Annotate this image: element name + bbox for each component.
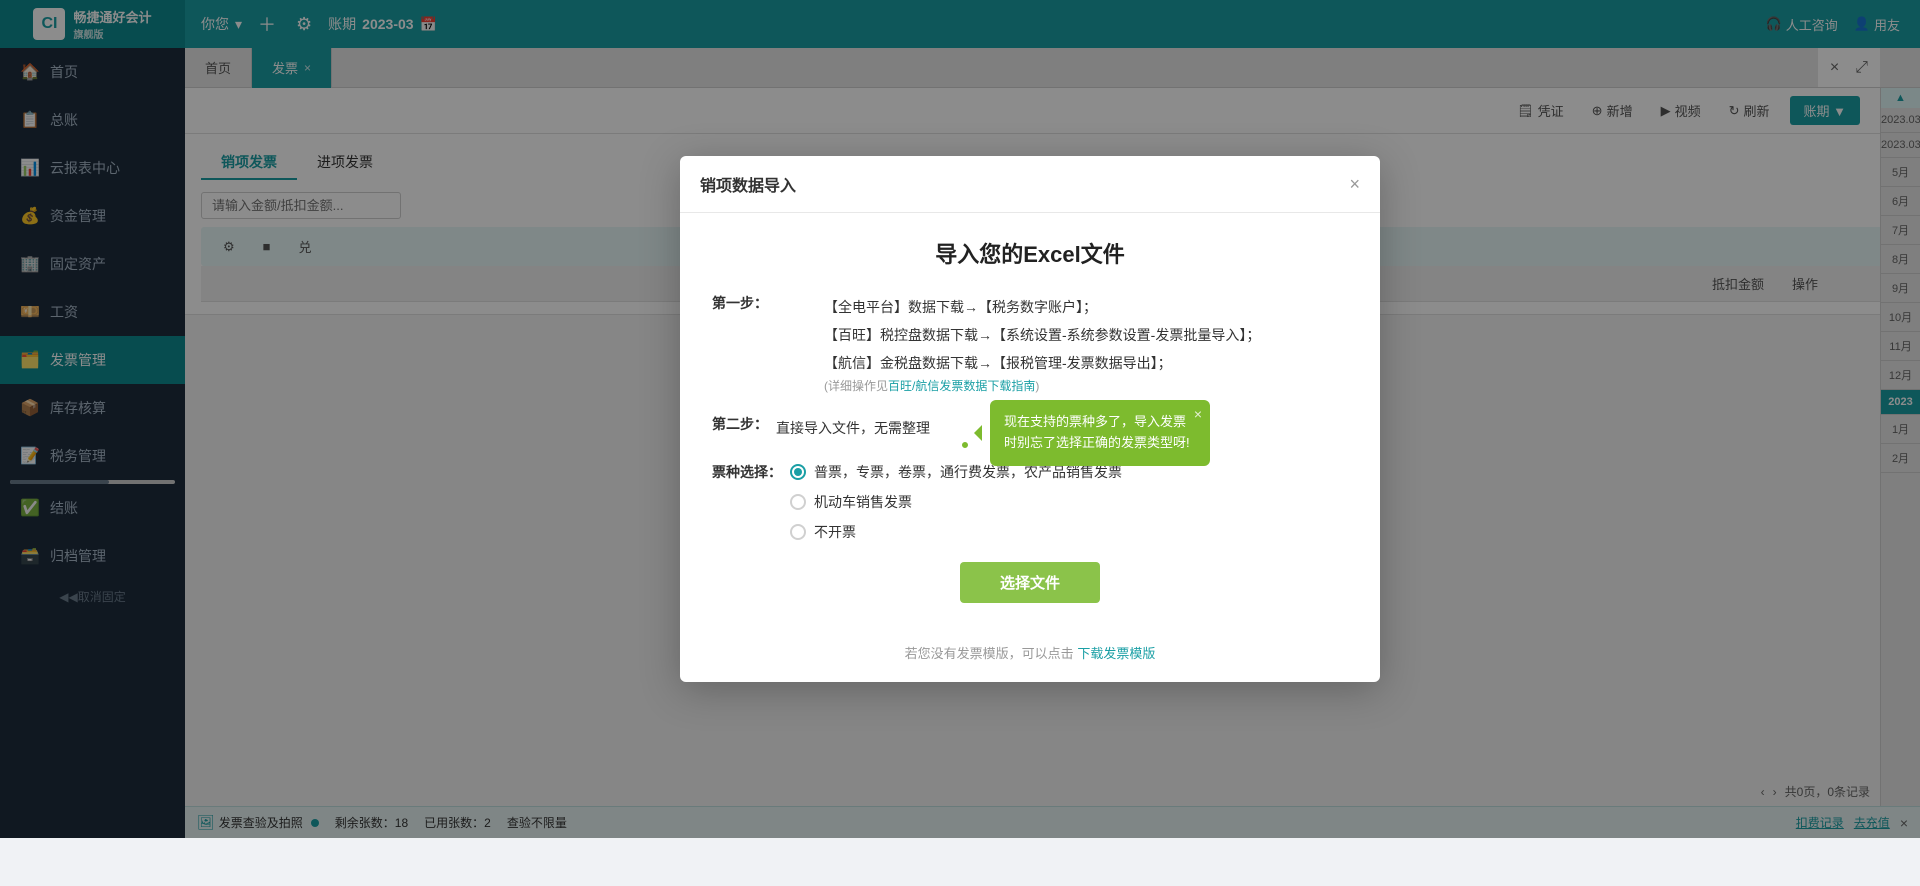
download-template-link[interactable]: 下载发票模版 <box>1077 646 1155 661</box>
select-file-btn[interactable]: 选择文件 <box>960 562 1100 603</box>
radio-normal-circle <box>790 464 806 480</box>
radio-motor-circle <box>790 494 806 510</box>
step2-label: 第二步： <box>712 414 768 434</box>
radio-group: 普票，专票，卷票，通行费发票，农产品销售发票 机动车销售发票 不开票 <box>790 462 1122 542</box>
tooltip-close-btn[interactable]: × <box>1194 406 1202 422</box>
modal-main-title: 导入您的Excel文件 <box>712 237 1348 269</box>
radio-noticket-circle <box>790 524 806 540</box>
modal-close-btn[interactable]: × <box>1349 174 1360 195</box>
step1-content: 【全电平台】数据下载→【税务数字账户】； 【百旺】税控盘数据下载→【系统设置-系… <box>824 293 1260 394</box>
step1-section: 第一步： 【全电平台】数据下载→【税务数字账户】； 【百旺】税控盘数据下载→【系… <box>712 293 1348 394</box>
tooltip-bubble: × 现在支持的票种多了，导入发票时别忘了选择正确的发票类型呀! <box>990 400 1210 466</box>
ticket-select-label: 票种选择： <box>712 462 782 482</box>
tooltip-indicator <box>960 440 970 450</box>
step2-text: 直接导入文件，无需整理 <box>776 418 930 438</box>
step1-line1: 【全电平台】数据下载→【税务数字账户】； <box>824 293 1260 321</box>
modal-title: 销项数据导入 <box>700 172 796 196</box>
tooltip-text: 现在支持的票种多了，导入发票时别忘了选择正确的发票类型呀! <box>1004 414 1190 450</box>
radio-noticket[interactable]: 不开票 <box>790 522 1122 542</box>
ticket-select-section: 票种选择： 普票，专票，卷票，通行费发票，农产品销售发票 机动车销售发票 不开票 <box>712 462 1348 542</box>
modal-header: 销项数据导入 × <box>680 156 1380 213</box>
radio-motor[interactable]: 机动车销售发票 <box>790 492 1122 512</box>
step1-line3: 【航信】金税盘数据下载→【报税管理-发票数据导出】； <box>824 349 1260 377</box>
step1-line2: 【百旺】税控盘数据下载→【系统设置-系统参数设置-发票批量导入】； <box>824 321 1260 349</box>
step1-label: 第一步： <box>712 293 768 386</box>
step1-link: (详细操作见百旺/航信发票数据下载指南) <box>824 377 1260 394</box>
download-guide-link[interactable]: 百旺/航信发票数据下载指南 <box>888 379 1035 393</box>
modal-footer: 若您没有发票模版，可以点击 下载发票模版 <box>680 643 1380 682</box>
